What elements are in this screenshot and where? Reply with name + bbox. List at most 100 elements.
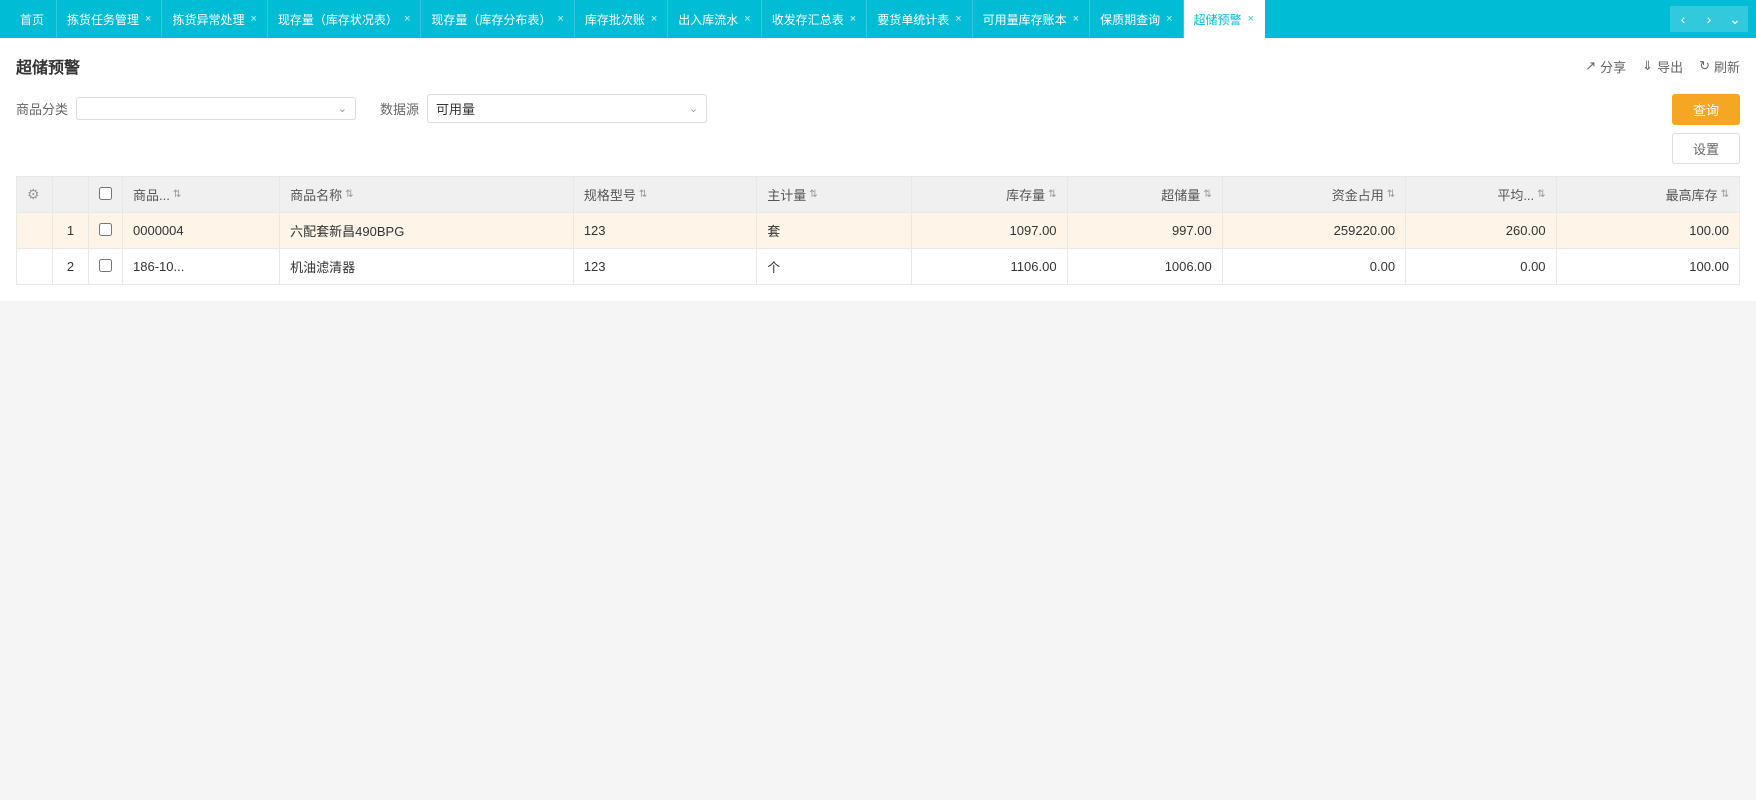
nav-arrows: ‹ › ⌄ <box>1670 6 1748 32</box>
close-icon[interactable]: × <box>404 13 410 25</box>
sort-icon: ⇅ <box>1203 189 1211 200</box>
datasource-select[interactable]: 可用量 ⌄ <box>427 94 707 123</box>
category-filter: 商品分类 ⌄ <box>16 97 356 120</box>
td-unit: 套 <box>757 213 912 249</box>
th-checkbox <box>89 177 123 213</box>
sort-icon: ⇅ <box>1048 189 1056 200</box>
table-row: 1 0000004 六配套新昌490BPG 123 套 1097.00 997.… <box>17 213 1740 249</box>
row-checkbox[interactable] <box>99 223 112 236</box>
refresh-button[interactable]: ↻ 刷新 <box>1699 57 1740 76</box>
td-capital: 0.00 <box>1222 249 1405 285</box>
td-capital: 259220.00 <box>1222 213 1405 249</box>
sort-unit[interactable]: 主计量 ⇅ <box>767 185 817 204</box>
nav-tab-10[interactable]: 超储预警 × <box>1184 0 1265 38</box>
category-select[interactable]: ⌄ <box>76 97 356 120</box>
th-unit: 主计量 ⇅ <box>757 177 912 213</box>
nav-tab-7[interactable]: 要货单统计表 × <box>867 0 972 38</box>
category-label: 商品分类 <box>16 99 68 118</box>
nav-home[interactable]: 首页 <box>8 0 57 38</box>
export-icon: ⇓ <box>1642 58 1653 74</box>
query-button[interactable]: 查询 <box>1672 94 1740 125</box>
close-icon[interactable]: × <box>651 13 657 25</box>
sort-stock-qty[interactable]: 库存量 ⇅ <box>1006 185 1056 204</box>
page-header: 超储预警 ↗ 分享 ⇓ 导出 ↻ 刷新 <box>16 54 1740 78</box>
close-icon[interactable]: × <box>145 13 151 25</box>
nav-prev-button[interactable]: ‹ <box>1670 6 1696 32</box>
header-actions: ↗ 分享 ⇓ 导出 ↻ 刷新 <box>1585 57 1740 76</box>
nav-tab-3[interactable]: 现存量（库存分布表） × <box>421 0 574 38</box>
nav-tab-1[interactable]: 拣货异常处理 × <box>162 0 267 38</box>
td-settings <box>17 213 53 249</box>
page-title: 超储预警 <box>16 54 80 78</box>
datasource-filter: 数据源 可用量 ⌄ <box>380 94 707 123</box>
close-icon[interactable]: × <box>955 13 961 25</box>
filters-and-btns: 商品分类 ⌄ 数据源 可用量 ⌄ 查询 设置 <box>16 94 1740 164</box>
select-all-checkbox[interactable] <box>99 187 112 200</box>
sort-spec[interactable]: 规格型号 ⇅ <box>584 185 647 204</box>
data-table: ⚙ 商品... ⇅ 商品名称 ⇅ <box>16 176 1740 285</box>
close-icon[interactable]: × <box>557 13 563 25</box>
row-checkbox[interactable] <box>99 259 112 272</box>
td-unit: 个 <box>757 249 912 285</box>
filters-group: 商品分类 ⌄ 数据源 可用量 ⌄ <box>16 94 707 123</box>
th-num <box>53 177 89 213</box>
share-icon: ↗ <box>1585 58 1596 74</box>
td-stock-qty: 1097.00 <box>912 213 1067 249</box>
nav-more-button[interactable]: ⌄ <box>1722 6 1748 32</box>
sort-icon: ⇅ <box>1387 189 1395 200</box>
sort-overstock-qty[interactable]: 超储量 ⇅ <box>1161 185 1211 204</box>
td-product-code: 0000004 <box>123 213 280 249</box>
close-icon[interactable]: × <box>1073 13 1079 25</box>
td-avg: 0.00 <box>1406 249 1556 285</box>
td-overstock-qty: 997.00 <box>1067 213 1222 249</box>
settings-button[interactable]: 设置 <box>1672 133 1740 164</box>
datasource-value: 可用量 <box>436 99 475 118</box>
th-spec: 规格型号 ⇅ <box>573 177 756 213</box>
td-checkbox <box>89 249 123 285</box>
sort-capital[interactable]: 资金占用 ⇅ <box>1332 185 1395 204</box>
close-icon[interactable]: × <box>1166 13 1172 25</box>
nav-tab-4[interactable]: 库存批次账 × <box>575 0 668 38</box>
close-icon[interactable]: × <box>250 13 256 25</box>
table-header-row: ⚙ 商品... ⇅ 商品名称 ⇅ <box>17 177 1740 213</box>
nav-tab-0[interactable]: 拣货任务管理 × <box>57 0 162 38</box>
nav-tab-6[interactable]: 收发存汇总表 × <box>762 0 867 38</box>
page-container: 超储预警 ↗ 分享 ⇓ 导出 ↻ 刷新 商品分类 ⌄ <box>0 38 1756 301</box>
sort-max-stock[interactable]: 最高库存 ⇅ <box>1666 185 1729 204</box>
td-avg: 260.00 <box>1406 213 1556 249</box>
close-icon[interactable]: × <box>850 13 856 25</box>
nav-next-button[interactable]: › <box>1696 6 1722 32</box>
td-product-name: 六配套新昌490BPG <box>280 213 574 249</box>
nav-tab-9[interactable]: 保质期查询 × <box>1090 0 1183 38</box>
td-num: 1 <box>53 213 89 249</box>
nav-tab-8[interactable]: 可用量库存账本 × <box>973 0 1090 38</box>
sort-icon: ⇅ <box>345 189 353 200</box>
sort-product-name[interactable]: 商品名称 ⇅ <box>290 185 353 204</box>
chevron-down-icon: ⌄ <box>689 102 698 115</box>
td-spec: 123 <box>573 213 756 249</box>
sort-icon: ⇅ <box>809 189 817 200</box>
close-icon[interactable]: × <box>744 13 750 25</box>
close-icon[interactable]: × <box>1248 13 1254 25</box>
sort-product-code[interactable]: 商品... ⇅ <box>133 185 181 204</box>
share-button[interactable]: ↗ 分享 <box>1585 57 1626 76</box>
datasource-label: 数据源 <box>380 99 419 118</box>
sort-icon: ⇅ <box>173 189 181 200</box>
top-nav: 首页 拣货任务管理 × 拣货异常处理 × 现存量（库存状况表） × 现存量（库存… <box>0 0 1756 38</box>
sort-icon: ⇅ <box>639 189 647 200</box>
sort-icon: ⇅ <box>1721 189 1729 200</box>
td-overstock-qty: 1006.00 <box>1067 249 1222 285</box>
td-max-stock: 100.00 <box>1556 249 1739 285</box>
export-button[interactable]: ⇓ 导出 <box>1642 57 1683 76</box>
nav-tab-5[interactable]: 出入库流水 × <box>668 0 761 38</box>
th-capital: 资金占用 ⇅ <box>1222 177 1405 213</box>
settings-icon[interactable]: ⚙ <box>27 186 40 202</box>
refresh-icon: ↻ <box>1699 58 1710 74</box>
th-stock-qty: 库存量 ⇅ <box>912 177 1067 213</box>
td-spec: 123 <box>573 249 756 285</box>
th-overstock-qty: 超储量 ⇅ <box>1067 177 1222 213</box>
td-product-code: 186-10... <box>123 249 280 285</box>
td-num: 2 <box>53 249 89 285</box>
nav-tab-2[interactable]: 现存量（库存状况表） × <box>268 0 421 38</box>
sort-avg[interactable]: 平均... ⇅ <box>1497 185 1545 204</box>
